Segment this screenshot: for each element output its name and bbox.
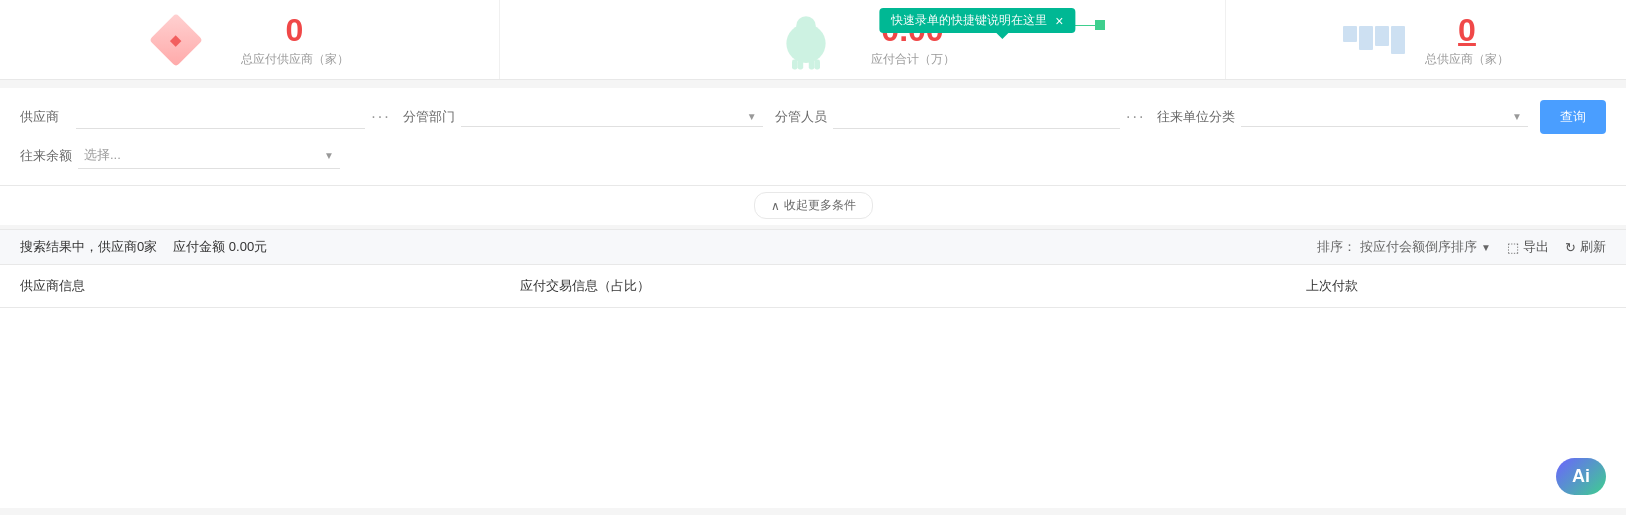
table-col-supplier-info: 供应商信息: [20, 277, 520, 295]
results-info: 搜索结果中，供应商0家: [20, 238, 157, 256]
building-icon: [1343, 26, 1405, 54]
balance-chevron-icon: ▼: [324, 150, 334, 161]
supplier-label: 供应商: [20, 108, 70, 126]
collapse-icon: ∧: [771, 199, 780, 213]
refresh-icon: ↻: [1565, 240, 1576, 255]
filter-row-1: 供应商 ··· 分管部门 ▼ 分管人员 ··· 往来单位分类 ▼: [20, 100, 1606, 134]
balance-select[interactable]: 选择... ▼: [78, 142, 340, 169]
unit-category-label: 往来单位分类: [1157, 108, 1235, 126]
unit-category-chevron-icon: ▼: [1512, 111, 1522, 122]
filter-balance: 往来余额 选择... ▼: [20, 142, 340, 169]
manager-input[interactable]: [833, 105, 1120, 129]
piggy-icon: [771, 5, 841, 75]
filter-bar: 供应商 ··· 分管部门 ▼ 分管人员 ··· 往来单位分类 ▼: [0, 88, 1626, 186]
table-area: 供应商信息 应付交易信息（占比） 上次付款: [0, 265, 1626, 508]
stat-total-suppliers: 0 总供应商（家）: [1226, 0, 1626, 79]
collapse-button[interactable]: ∧ 收起更多条件: [754, 192, 873, 219]
sort-label: 排序：: [1317, 238, 1356, 256]
svg-rect-5: [792, 59, 798, 69]
table-col-last-payment: 上次付款: [1306, 277, 1606, 295]
collapse-label: 收起更多条件: [784, 197, 856, 214]
tooltip-text: 快速录单的快捷键说明在这里: [891, 12, 1047, 29]
stat-payable-total: 0.00 应付合计（万） 快速录单的快捷键说明在这里 ×: [500, 0, 1226, 79]
sort-chevron-icon: ▼: [1481, 242, 1491, 253]
export-label: 导出: [1523, 238, 1549, 256]
table-body: [0, 308, 1626, 508]
refresh-button[interactable]: ↻ 刷新: [1565, 238, 1606, 256]
department-select[interactable]: ▼: [461, 107, 763, 127]
tooltip-close[interactable]: ×: [1055, 14, 1063, 28]
manager-label: 分管人员: [775, 108, 827, 126]
manager-dots[interactable]: ···: [1126, 108, 1145, 126]
table-col-payable-info: 应付交易信息（占比）: [520, 277, 1306, 295]
filter-department: 分管部门 ▼: [403, 107, 763, 127]
payable-suppliers-number: 0: [286, 11, 304, 49]
svg-point-2: [813, 35, 820, 42]
results-bar: 搜索结果中，供应商0家 应付金额 0.00元 排序： 按应付会额倒序排序 ▼ ⬚…: [0, 229, 1626, 265]
refresh-label: 刷新: [1580, 238, 1606, 256]
tooltip-badge: 快速录单的快捷键说明在这里 ×: [879, 8, 1075, 33]
export-icon: ⬚: [1507, 240, 1519, 255]
filter-supplier: 供应商 ···: [20, 105, 391, 129]
results-amount: 应付金额 0.00元: [173, 238, 267, 256]
filter-unit-category: 往来单位分类 ▼: [1157, 107, 1528, 127]
svg-point-1: [796, 16, 816, 36]
export-button[interactable]: ⬚ 导出: [1507, 238, 1549, 256]
svg-rect-6: [814, 59, 820, 69]
department-label: 分管部门: [403, 108, 455, 126]
ai-label[interactable]: Ai: [1556, 458, 1606, 495]
stat-payable-suppliers: ◆ 0 总应付供应商（家）: [0, 0, 500, 79]
svg-rect-3: [797, 59, 803, 69]
supplier-dots[interactable]: ···: [371, 108, 390, 126]
filter-row-2: 往来余额 选择... ▼: [20, 142, 1606, 169]
svg-rect-4: [808, 59, 814, 69]
query-button[interactable]: 查询: [1540, 100, 1606, 134]
stats-bar: ◆ 0 总应付供应商（家） 0.00 应付合计（万） 快速录单的快捷键说明在这里…: [0, 0, 1626, 80]
total-suppliers-label: 总供应商（家）: [1425, 51, 1509, 68]
table-header: 供应商信息 应付交易信息（占比） 上次付款: [0, 265, 1626, 308]
filter-manager: 分管人员 ···: [775, 105, 1146, 129]
results-actions: 排序： 按应付会额倒序排序 ▼ ⬚ 导出 ↻ 刷新: [1317, 238, 1606, 256]
payable-suppliers-label: 总应付供应商（家）: [241, 51, 349, 68]
total-suppliers-number: 0: [1458, 11, 1476, 49]
payable-total-label: 应付合计（万）: [871, 51, 955, 68]
department-chevron-icon: ▼: [747, 111, 757, 122]
collapse-bar: ∧ 收起更多条件: [0, 186, 1626, 225]
sort-value: 按应付会额倒序排序: [1360, 238, 1477, 256]
supplier-input[interactable]: [76, 105, 365, 129]
balance-value: 选择...: [84, 146, 324, 164]
balance-label: 往来余额: [20, 147, 72, 165]
sort-dropdown[interactable]: 排序： 按应付会额倒序排序 ▼: [1317, 238, 1491, 256]
unit-category-select[interactable]: ▼: [1241, 107, 1528, 127]
